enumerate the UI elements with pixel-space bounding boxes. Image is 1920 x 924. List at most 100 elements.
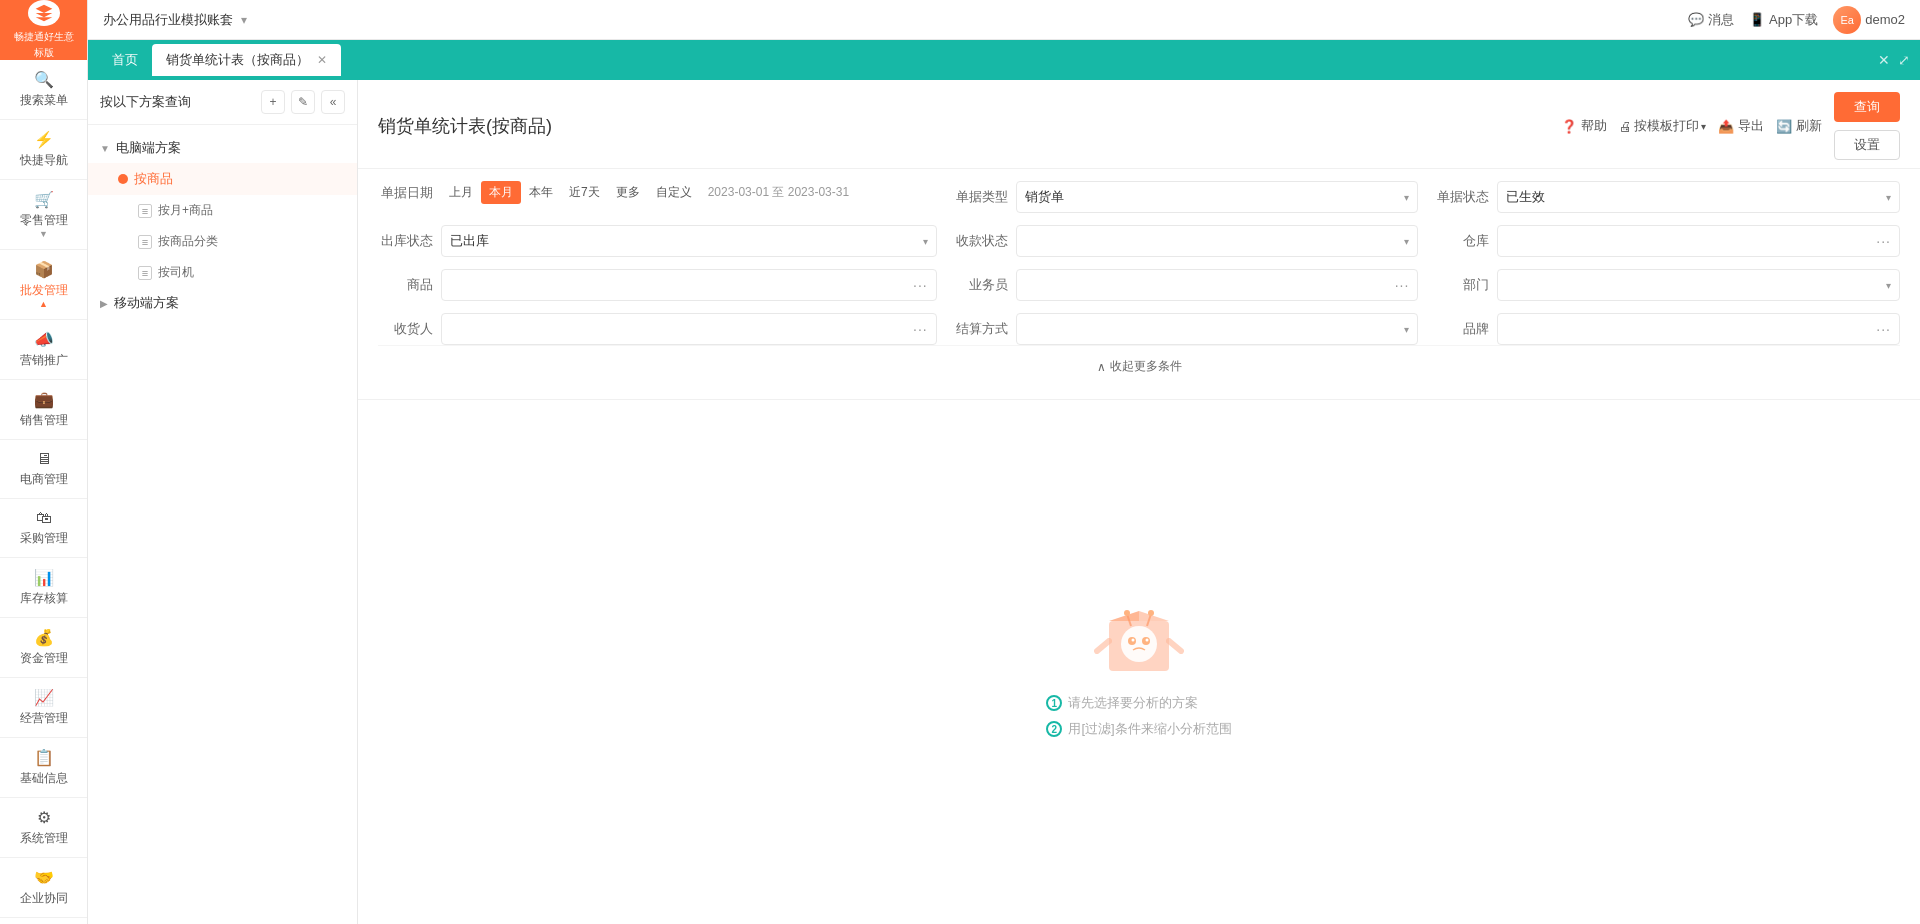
message-icon: 💬 (1688, 12, 1704, 27)
edit-scheme-btn[interactable]: ✎ (291, 90, 315, 114)
date-tab-lastmonth[interactable]: 上月 (441, 181, 481, 204)
sidebar-item-ecommerce[interactable]: 🖥 电商管理 (0, 440, 87, 499)
main-area: 办公用品行业模拟账套 ▾ 💬 消息 📱 App下载 Ea demo2 首页 (88, 0, 1920, 924)
user-name: demo2 (1865, 12, 1905, 27)
sidebar-item-sales[interactable]: 💼 销售管理 (0, 380, 87, 440)
svg-point-4 (1132, 639, 1135, 642)
settings-btn[interactable]: 设置 (1834, 130, 1900, 160)
tree-subitem-by-driver[interactable]: ≡ 按司机 (88, 257, 357, 288)
sidebar-item-marketing[interactable]: 📣 营销推广 (0, 320, 87, 380)
sidebar-item-purchase[interactable]: 🛍 采购管理 (0, 499, 87, 558)
empty-hint-2-text: 用[过滤]条件来缩小分析范围 (1068, 720, 1231, 738)
date-range-display: 2023-03-01 至 2023-03-31 (708, 184, 849, 201)
sidebar-item-system[interactable]: ⚙ 系统管理 (0, 798, 87, 858)
content-wrapper: 按以下方案查询 + ✎ « ▼ 电脑端方案 (88, 80, 1920, 924)
tree-subitem-by-month-goods-label: 按月+商品 (158, 202, 213, 219)
dept-control[interactable]: ▾ (1497, 269, 1900, 301)
ecommerce-icon: 🖥 (36, 450, 52, 468)
pay-dropdown-icon: ▾ (1404, 236, 1409, 247)
sidebar-item-inventory[interactable]: 📊 库存核算 (0, 558, 87, 618)
pay-control[interactable]: ▾ (1016, 225, 1419, 257)
collapse-btn[interactable]: ∧ 收起更多条件 (1085, 354, 1194, 379)
sidebar-basic-label: 基础信息 (20, 770, 68, 787)
refresh-btn[interactable]: 🔄 刷新 (1776, 117, 1822, 135)
filter-payment-group: 结算方式 ▾ (953, 313, 1419, 345)
sidebar-item-quicknav[interactable]: ⚡ 快捷导航 (0, 120, 87, 180)
tree-group-pc[interactable]: ▼ 电脑端方案 (88, 133, 357, 163)
sidebar-item-wholesale[interactable]: 📦 批发管理 ▲ (0, 250, 87, 320)
help-btn[interactable]: ❓ 帮助 (1561, 117, 1607, 135)
tree-subitem-by-month-goods[interactable]: ≡ 按月+商品 (88, 195, 357, 226)
brand-dots-icon[interactable]: ··· (1876, 321, 1891, 337)
tree-item-by-goods[interactable]: 按商品 (88, 163, 357, 195)
receiver-control[interactable]: ··· (441, 313, 937, 345)
user-avatar-text: Ea (1841, 14, 1854, 26)
tree-subitem-by-category[interactable]: ≡ 按商品分类 (88, 226, 357, 257)
warehouse-status-control[interactable]: 已出库 ▾ (441, 225, 937, 257)
tab-sales-stats-label: 销货单统计表（按商品） (166, 51, 309, 69)
date-tab-7days[interactable]: 近7天 (561, 181, 608, 204)
sidebar-item-retail[interactable]: 🛒 零售管理 ▼ (0, 180, 87, 250)
date-tab-thisyear[interactable]: 本年 (521, 181, 561, 204)
left-panel-header: 按以下方案查询 + ✎ « (88, 80, 357, 125)
hint-number-2: 2 (1046, 721, 1062, 737)
window-close-icon[interactable]: ✕ (1878, 52, 1890, 68)
sidebar-operations-label: 经营管理 (20, 710, 68, 727)
retail-arrow-icon: ▼ (39, 229, 48, 239)
payment-control[interactable]: ▾ (1016, 313, 1419, 345)
topbar: 办公用品行业模拟账套 ▾ 💬 消息 📱 App下载 Ea demo2 (88, 0, 1920, 40)
staff-label: 业务员 (953, 276, 1008, 294)
staff-dots-icon[interactable]: ··· (1395, 277, 1410, 293)
topbar-dropdown-icon[interactable]: ▾ (241, 13, 247, 27)
filter-staff-group: 业务员 ··· (953, 269, 1419, 301)
type-filter-control[interactable]: 销货单 ▾ (1016, 181, 1419, 213)
phone-icon: 📱 (1749, 12, 1765, 27)
sidebar: 畅捷通好生意 标版 🔍 搜索菜单 ⚡ 快捷导航 🛒 零售管理 ▼ 📦 批发管理 … (0, 0, 88, 924)
filter-row-3: 商品 ··· 业务员 ··· 部门 (378, 269, 1900, 301)
export-btn[interactable]: 📤 导出 (1718, 117, 1764, 135)
date-tab-thismonth[interactable]: 本月 (481, 181, 521, 204)
tree-group-mobile[interactable]: ▶ 移动端方案 (88, 288, 357, 318)
tree-subitem-by-category-label: 按商品分类 (158, 233, 218, 250)
warehouse-status-value: 已出库 (450, 232, 489, 250)
brand-label: 品牌 (1434, 320, 1489, 338)
empty-hints: 1 请先选择要分析的方案 2 用[过滤]条件来缩小分析范围 (1046, 694, 1231, 738)
goods-control[interactable]: ··· (441, 269, 937, 301)
date-tab-more[interactable]: 更多 (608, 181, 648, 204)
add-scheme-btn[interactable]: + (261, 90, 285, 114)
filter-receiver-group: 收货人 ··· (378, 313, 937, 345)
search-icon: 🔍 (34, 70, 54, 89)
sidebar-item-operations[interactable]: 📈 经营管理 (0, 678, 87, 738)
storage-dots-icon[interactable]: ··· (1876, 233, 1891, 249)
purchase-icon: 🛍 (36, 509, 52, 527)
app-download-btn[interactable]: 📱 App下载 (1749, 11, 1818, 29)
brand-control[interactable]: ··· (1497, 313, 1900, 345)
tab-close-icon[interactable]: ✕ (317, 53, 327, 67)
collapse-panel-btn[interactable]: « (321, 90, 345, 114)
sidebar-item-finance[interactable]: 💰 资金管理 (0, 618, 87, 678)
window-maximize-icon[interactable]: ⤢ (1898, 52, 1910, 68)
message-btn[interactable]: 💬 消息 (1688, 11, 1734, 29)
user-menu[interactable]: Ea demo2 (1833, 6, 1905, 34)
refresh-label: 刷新 (1796, 117, 1822, 135)
sidebar-item-basic[interactable]: 📋 基础信息 (0, 738, 87, 798)
status-dropdown-icon: ▾ (1886, 192, 1891, 203)
sidebar-item-search[interactable]: 🔍 搜索菜单 (0, 60, 87, 120)
query-btn[interactable]: 查询 (1834, 92, 1900, 122)
hint-number-1: 1 (1046, 695, 1062, 711)
system-icon: ⚙ (37, 808, 51, 827)
status-filter-control[interactable]: 已生效 ▾ (1497, 181, 1900, 213)
empty-illustration (1089, 586, 1189, 686)
sidebar-item-guide[interactable]: 🎯 新手引导 (0, 918, 87, 924)
print-btn[interactable]: 🖨 按模板打印 ▾ (1619, 117, 1706, 135)
staff-control[interactable]: ··· (1016, 269, 1419, 301)
tab-home[interactable]: 首页 (98, 44, 152, 76)
goods-dots-icon[interactable]: ··· (913, 277, 928, 293)
storage-control[interactable]: ··· (1497, 225, 1900, 257)
receiver-dots-icon[interactable]: ··· (913, 321, 928, 337)
date-tab-custom[interactable]: 自定义 (648, 181, 700, 204)
print-icon: 🖨 (1619, 119, 1632, 134)
svg-line-11 (1169, 641, 1181, 651)
sidebar-item-collab[interactable]: 🤝 企业协同 (0, 858, 87, 918)
tab-sales-stats[interactable]: 销货单统计表（按商品） ✕ (152, 44, 341, 76)
